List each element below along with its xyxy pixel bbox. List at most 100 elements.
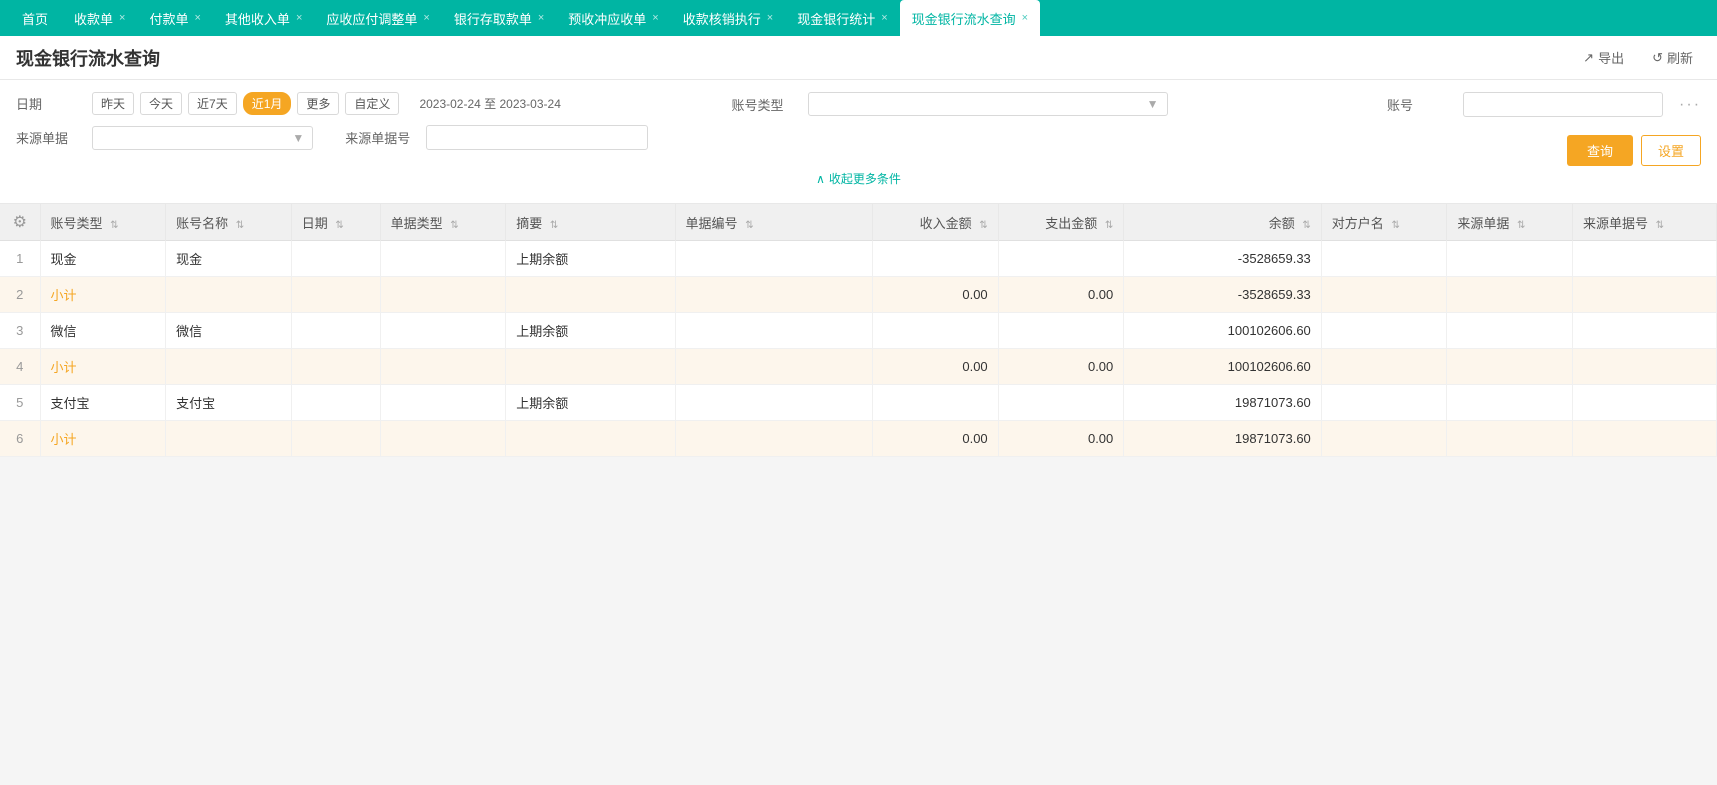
col-balance[interactable]: 余额 ⇅ <box>1124 204 1322 241</box>
date-btn-custom[interactable]: 自定义 <box>345 92 399 115</box>
cell-date <box>291 349 380 385</box>
table-row: 5支付宝支付宝上期余额19871073.60 <box>0 385 1717 421</box>
close-icon[interactable]: × <box>194 12 200 24</box>
cell-date <box>291 385 380 421</box>
nav-home[interactable]: 首页 <box>8 0 62 36</box>
cell-summary <box>506 277 675 313</box>
cell-account-type: 小计 <box>40 421 166 457</box>
close-icon[interactable]: × <box>119 12 125 24</box>
col-summary[interactable]: 摘要 ⇅ <box>506 204 675 241</box>
nav-tab-shoukuandan[interactable]: 收款单 × <box>62 0 137 36</box>
cell-doc-no <box>675 241 873 277</box>
col-account-name[interactable]: 账号名称 ⇅ <box>166 204 292 241</box>
cell-source-doc-no <box>1573 385 1717 421</box>
cell-source-doc-no <box>1573 277 1717 313</box>
date-btn-yesterday[interactable]: 昨天 <box>92 92 134 115</box>
date-btn-7days[interactable]: 近7天 <box>188 92 237 115</box>
nav-tab-yinhangcunqu[interactable]: 银行存取款单 × <box>442 0 556 36</box>
row-number: 2 <box>0 277 40 313</box>
col-source-doc-no[interactable]: 来源单据号 ⇅ <box>1573 204 1717 241</box>
cell-doc-type <box>380 349 506 385</box>
account-more-icon[interactable]: ··· <box>1679 96 1701 114</box>
cell-account-name: 支付宝 <box>166 385 292 421</box>
account-input[interactable] <box>1463 92 1663 117</box>
close-icon[interactable]: × <box>881 12 887 24</box>
cell-summary <box>506 421 675 457</box>
cell-expense: 0.00 <box>998 421 1124 457</box>
close-icon[interactable]: × <box>652 12 658 24</box>
close-icon[interactable]: × <box>296 12 302 24</box>
cell-income <box>873 313 999 349</box>
col-doc-type[interactable]: 单据类型 ⇅ <box>380 204 506 241</box>
nav-tab-xianjinyinhangtongjie[interactable]: 现金银行统计 × <box>785 0 899 36</box>
settings-button[interactable]: 设置 <box>1641 135 1701 166</box>
account-type-select[interactable]: ▼ <box>808 92 1168 116</box>
sort-icon: ⇅ <box>1391 220 1399 231</box>
col-expense[interactable]: 支出金额 ⇅ <box>998 204 1124 241</box>
refresh-button[interactable]: ↺ 刷新 <box>1644 44 1701 71</box>
filter-row-account-type: 账号类型 ▼ <box>732 92 1364 116</box>
date-buttons: 昨天 今天 近7天 近1月 更多 自定义 <box>92 92 399 115</box>
collapse-up-icon: ∧ <box>816 172 825 186</box>
cell-account-type: 小计 <box>40 349 166 385</box>
cell-counterpart <box>1321 421 1447 457</box>
sort-icon: ⇅ <box>450 220 458 231</box>
col-date[interactable]: 日期 ⇅ <box>291 204 380 241</box>
cell-account-name: 现金 <box>166 241 292 277</box>
nav-tab-qitashouru[interactable]: 其他收入单 × <box>213 0 314 36</box>
cell-income: 0.00 <box>873 277 999 313</box>
table-header-row: ⚙ 账号类型 ⇅ 账号名称 ⇅ 日期 ⇅ 单据类型 ⇅ <box>0 204 1717 241</box>
table-row: 1现金现金上期余额-3528659.33 <box>0 241 1717 277</box>
table-body: 1现金现金上期余额-3528659.332小计0.000.00-3528659.… <box>0 241 1717 457</box>
account-label: 账号 <box>1387 95 1447 114</box>
source-doc-no-label: 来源单据号 <box>345 128 410 147</box>
sort-icon: ⇅ <box>1656 220 1664 231</box>
cell-source-doc <box>1447 421 1573 457</box>
cell-counterpart <box>1321 385 1447 421</box>
sort-icon: ⇅ <box>1105 220 1113 231</box>
date-btn-1month[interactable]: 近1月 <box>243 92 292 115</box>
close-icon[interactable]: × <box>1022 12 1028 24</box>
export-button[interactable]: ↗ 导出 <box>1575 44 1632 71</box>
close-icon[interactable]: × <box>767 12 773 24</box>
cell-counterpart <box>1321 313 1447 349</box>
cell-doc-no <box>675 313 873 349</box>
cell-source-doc-no <box>1573 349 1717 385</box>
cell-counterpart <box>1321 241 1447 277</box>
filter-row-account: 账号 ··· <box>1387 92 1701 117</box>
nav-tab-shoukuanxiaoxiao[interactable]: 收款核销执行 × <box>671 0 785 36</box>
date-btn-today[interactable]: 今天 <box>140 92 182 115</box>
source-doc-no-input[interactable] <box>426 125 647 150</box>
close-icon[interactable]: × <box>423 12 429 24</box>
col-counterpart[interactable]: 对方户名 ⇅ <box>1321 204 1447 241</box>
source-doc-select[interactable]: ▼ <box>92 126 313 150</box>
cell-date <box>291 277 380 313</box>
col-doc-no[interactable]: 单据编号 ⇅ <box>675 204 873 241</box>
col-income[interactable]: 收入金额 ⇅ <box>873 204 999 241</box>
date-btn-more[interactable]: 更多 <box>297 92 339 115</box>
header-actions: ↗ 导出 ↺ 刷新 <box>1575 44 1701 71</box>
sort-icon: ⇅ <box>1302 220 1310 231</box>
cell-counterpart <box>1321 349 1447 385</box>
nav-tab-yingshoutiaozheng[interactable]: 应收应付调整单 × <box>314 0 441 36</box>
nav-tab-yushouzheng[interactable]: 预收冲应收单 × <box>556 0 670 36</box>
col-source-doc[interactable]: 来源单据 ⇅ <box>1447 204 1573 241</box>
cell-doc-type <box>380 421 506 457</box>
col-account-type[interactable]: 账号类型 ⇅ <box>40 204 166 241</box>
settings-gear-icon[interactable]: ⚙ <box>13 214 27 231</box>
cell-account-type: 现金 <box>40 241 166 277</box>
cell-doc-no <box>675 421 873 457</box>
cell-account-name <box>166 277 292 313</box>
close-icon[interactable]: × <box>538 12 544 24</box>
nav-tab-fukuandan[interactable]: 付款单 × <box>137 0 212 36</box>
cell-balance: -3528659.33 <box>1124 277 1322 313</box>
cell-doc-type <box>380 313 506 349</box>
query-button[interactable]: 查询 <box>1567 135 1633 166</box>
nav-tab-liushui[interactable]: 现金银行流水查询 × <box>900 0 1040 36</box>
row-number: 6 <box>0 421 40 457</box>
date-range-display: 2023-02-24 至 2023-03-24 <box>419 95 560 112</box>
col-gear[interactable]: ⚙ <box>0 204 40 241</box>
sort-icon: ⇅ <box>550 220 558 231</box>
collapse-bar[interactable]: ∧ 收起更多条件 <box>16 166 1701 191</box>
row-number: 1 <box>0 241 40 277</box>
